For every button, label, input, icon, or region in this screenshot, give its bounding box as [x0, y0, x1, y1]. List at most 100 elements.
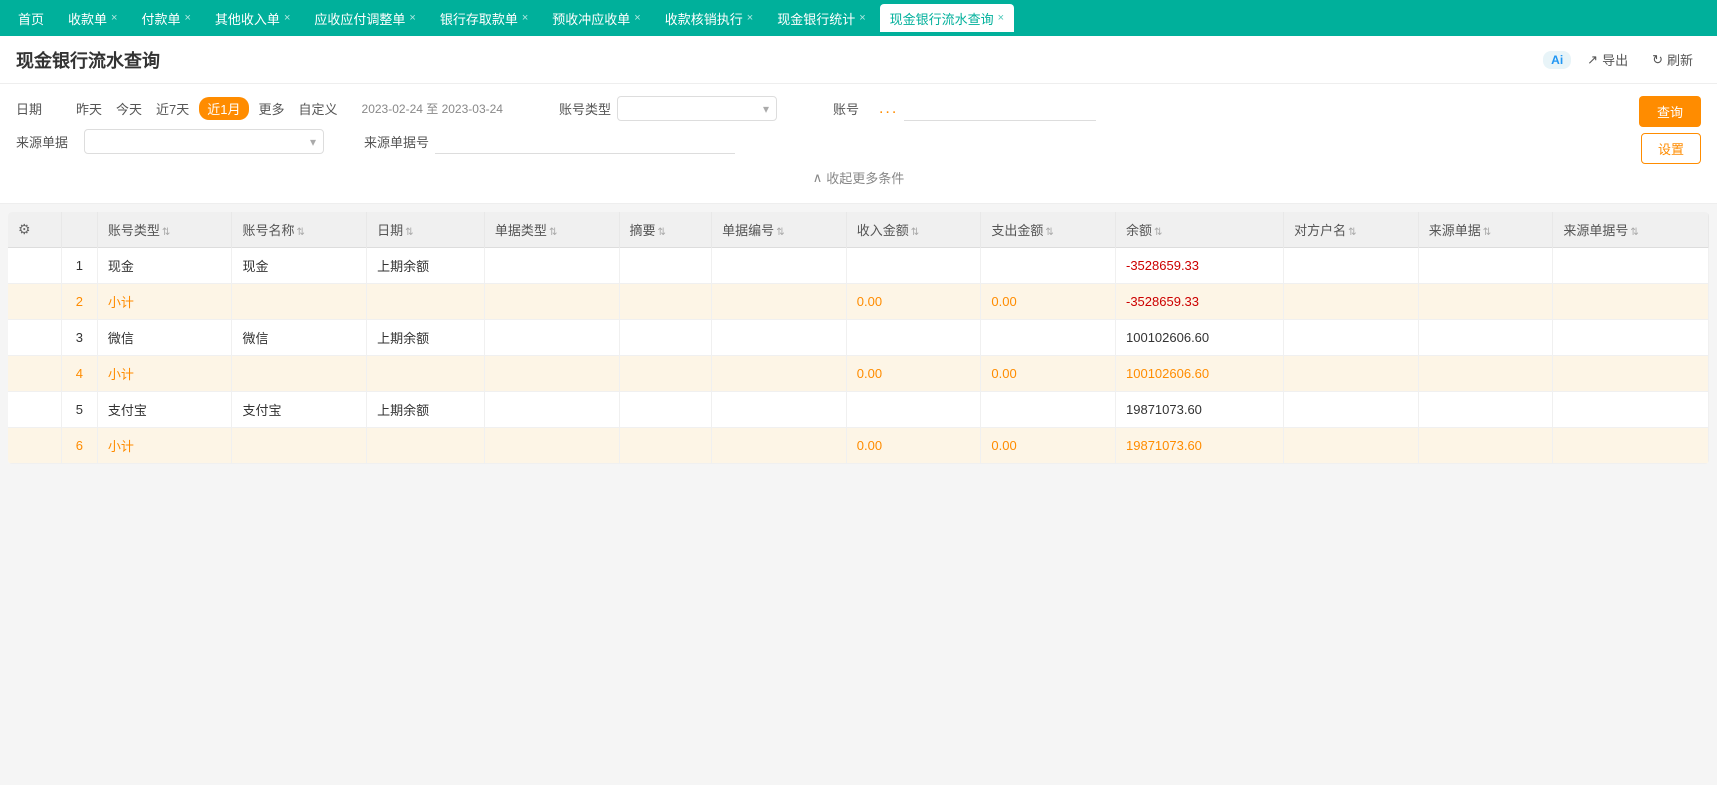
table-row: 1现金现金上期余额-3528659.33	[8, 248, 1709, 284]
table-cell	[8, 320, 61, 356]
page-title: 现金银行流水查询	[16, 47, 160, 73]
col-source-voucher-no[interactable]: 来源单据号⇅	[1553, 212, 1709, 248]
table-cell	[1418, 284, 1553, 320]
table-cell	[981, 320, 1116, 356]
col-settings[interactable]: ⚙	[8, 212, 61, 248]
table-cell	[1418, 392, 1553, 428]
date-more[interactable]: 更多	[255, 97, 289, 120]
table-cell: 3	[61, 320, 97, 356]
close-icon[interactable]: ×	[634, 12, 640, 24]
nav-tab-cash-bank-stats[interactable]: 现金银行统计 ×	[767, 4, 875, 32]
table-row: 4小计0.000.00100102606.60	[8, 356, 1709, 392]
sort-icon: ⇅	[1045, 227, 1053, 238]
sort-icon: ⇅	[549, 227, 557, 238]
table-cell	[846, 320, 981, 356]
col-expense[interactable]: 支出金额⇅	[981, 212, 1116, 248]
sort-icon: ⇅	[1483, 227, 1491, 238]
table-cell	[484, 428, 619, 464]
close-icon[interactable]: ×	[409, 12, 415, 24]
export-button[interactable]: ↗ 导出	[1579, 46, 1636, 73]
table-cell: 小计	[97, 356, 232, 392]
table-cell: 6	[61, 428, 97, 464]
account-input[interactable]	[904, 97, 1096, 121]
table-cell: 1	[61, 248, 97, 284]
table-cell	[1418, 428, 1553, 464]
col-source-voucher[interactable]: 来源单据⇅	[1418, 212, 1553, 248]
table-cell	[846, 392, 981, 428]
col-summary[interactable]: 摘要⇅	[619, 212, 712, 248]
nav-tab-other-income[interactable]: 其他收入单 ×	[205, 4, 300, 32]
nav-tab-collection-execute[interactable]: 收款核销执行 ×	[655, 4, 763, 32]
nav-tab-receipts[interactable]: 收款单 ×	[58, 4, 127, 32]
col-account-name[interactable]: 账号名称⇅	[232, 212, 367, 248]
nav-tab-prepay-offset[interactable]: 预收冲应收单 ×	[542, 4, 650, 32]
col-balance[interactable]: 余额⇅	[1116, 212, 1284, 248]
table-cell	[8, 356, 61, 392]
table-cell	[484, 284, 619, 320]
date-custom[interactable]: 自定义	[295, 97, 342, 120]
table-cell: 100102606.60	[1116, 320, 1284, 356]
table-cell: 0.00	[846, 356, 981, 392]
gear-icon[interactable]: ⚙	[18, 221, 31, 237]
nav-tab-payments[interactable]: 付款单 ×	[131, 4, 200, 32]
nav-tab-cash-bank-flow[interactable]: 现金银行流水查询 ×	[880, 4, 1014, 32]
table-cell	[1284, 356, 1419, 392]
close-icon[interactable]: ×	[998, 12, 1004, 24]
table-cell: -3528659.33	[1116, 248, 1284, 284]
table-cell	[1553, 428, 1709, 464]
col-account-type[interactable]: 账号类型⇅	[97, 212, 232, 248]
account-type-label: 账号类型	[559, 99, 611, 118]
col-income[interactable]: 收入金额⇅	[846, 212, 981, 248]
collapse-bar[interactable]: ∧ 收起更多条件	[16, 164, 1701, 191]
date-yesterday[interactable]: 昨天	[72, 97, 106, 120]
table-cell	[1418, 320, 1553, 356]
table-cell	[367, 428, 485, 464]
table-cell	[232, 428, 367, 464]
col-counterparty[interactable]: 对方户名⇅	[1284, 212, 1419, 248]
table-cell	[619, 248, 712, 284]
query-button[interactable]: 查询	[1639, 96, 1701, 127]
col-voucher-no[interactable]: 单据编号⇅	[712, 212, 847, 248]
refresh-button[interactable]: ↻ 刷新	[1644, 46, 1701, 73]
close-icon[interactable]: ×	[111, 12, 117, 24]
source-voucher-wrapper	[84, 129, 324, 154]
table-cell	[981, 248, 1116, 284]
close-icon[interactable]: ×	[284, 12, 290, 24]
table-cell: 支付宝	[97, 392, 232, 428]
table-cell	[484, 392, 619, 428]
table-cell: 0.00	[846, 284, 981, 320]
col-voucher-type[interactable]: 单据类型⇅	[484, 212, 619, 248]
source-voucher-no-input[interactable]	[435, 130, 735, 154]
table-cell	[1284, 392, 1419, 428]
table-cell	[484, 356, 619, 392]
refresh-icon: ↻	[1652, 52, 1663, 68]
date-label: 日期	[16, 99, 56, 118]
table-cell: 5	[61, 392, 97, 428]
col-date[interactable]: 日期⇅	[367, 212, 485, 248]
nav-home[interactable]: 首页	[8, 5, 54, 32]
table-container: ⚙ 账号类型⇅ 账号名称⇅ 日期⇅ 单据类型⇅ 摘要⇅ 单据编号⇅ 收入金额⇅ …	[8, 212, 1709, 464]
close-icon[interactable]: ×	[859, 12, 865, 24]
close-icon[interactable]: ×	[184, 12, 190, 24]
settings-button[interactable]: 设置	[1641, 133, 1701, 164]
date-1month[interactable]: 近1月	[199, 97, 248, 120]
table-cell: 微信	[232, 320, 367, 356]
nav-tab-ar-ap-adjust[interactable]: 应收应付调整单 ×	[304, 4, 425, 32]
source-voucher-select[interactable]	[84, 129, 324, 154]
table-cell: 0.00	[981, 428, 1116, 464]
account-type-select[interactable]	[617, 96, 777, 121]
nav-tab-bank-deposit[interactable]: 银行存取款单 ×	[430, 4, 538, 32]
close-icon[interactable]: ×	[522, 12, 528, 24]
table-cell	[367, 356, 485, 392]
table-cell	[367, 284, 485, 320]
table-cell: 现金	[232, 248, 367, 284]
table-cell: -3528659.33	[1116, 284, 1284, 320]
table-cell: 上期余额	[367, 392, 485, 428]
close-icon[interactable]: ×	[747, 12, 753, 24]
table-cell	[1553, 320, 1709, 356]
date-7days[interactable]: 近7天	[152, 97, 193, 120]
date-today[interactable]: 今天	[112, 97, 146, 120]
account-dots[interactable]: ...	[879, 100, 898, 118]
ai-badge[interactable]: Ai	[1543, 51, 1571, 69]
table-cell	[619, 320, 712, 356]
